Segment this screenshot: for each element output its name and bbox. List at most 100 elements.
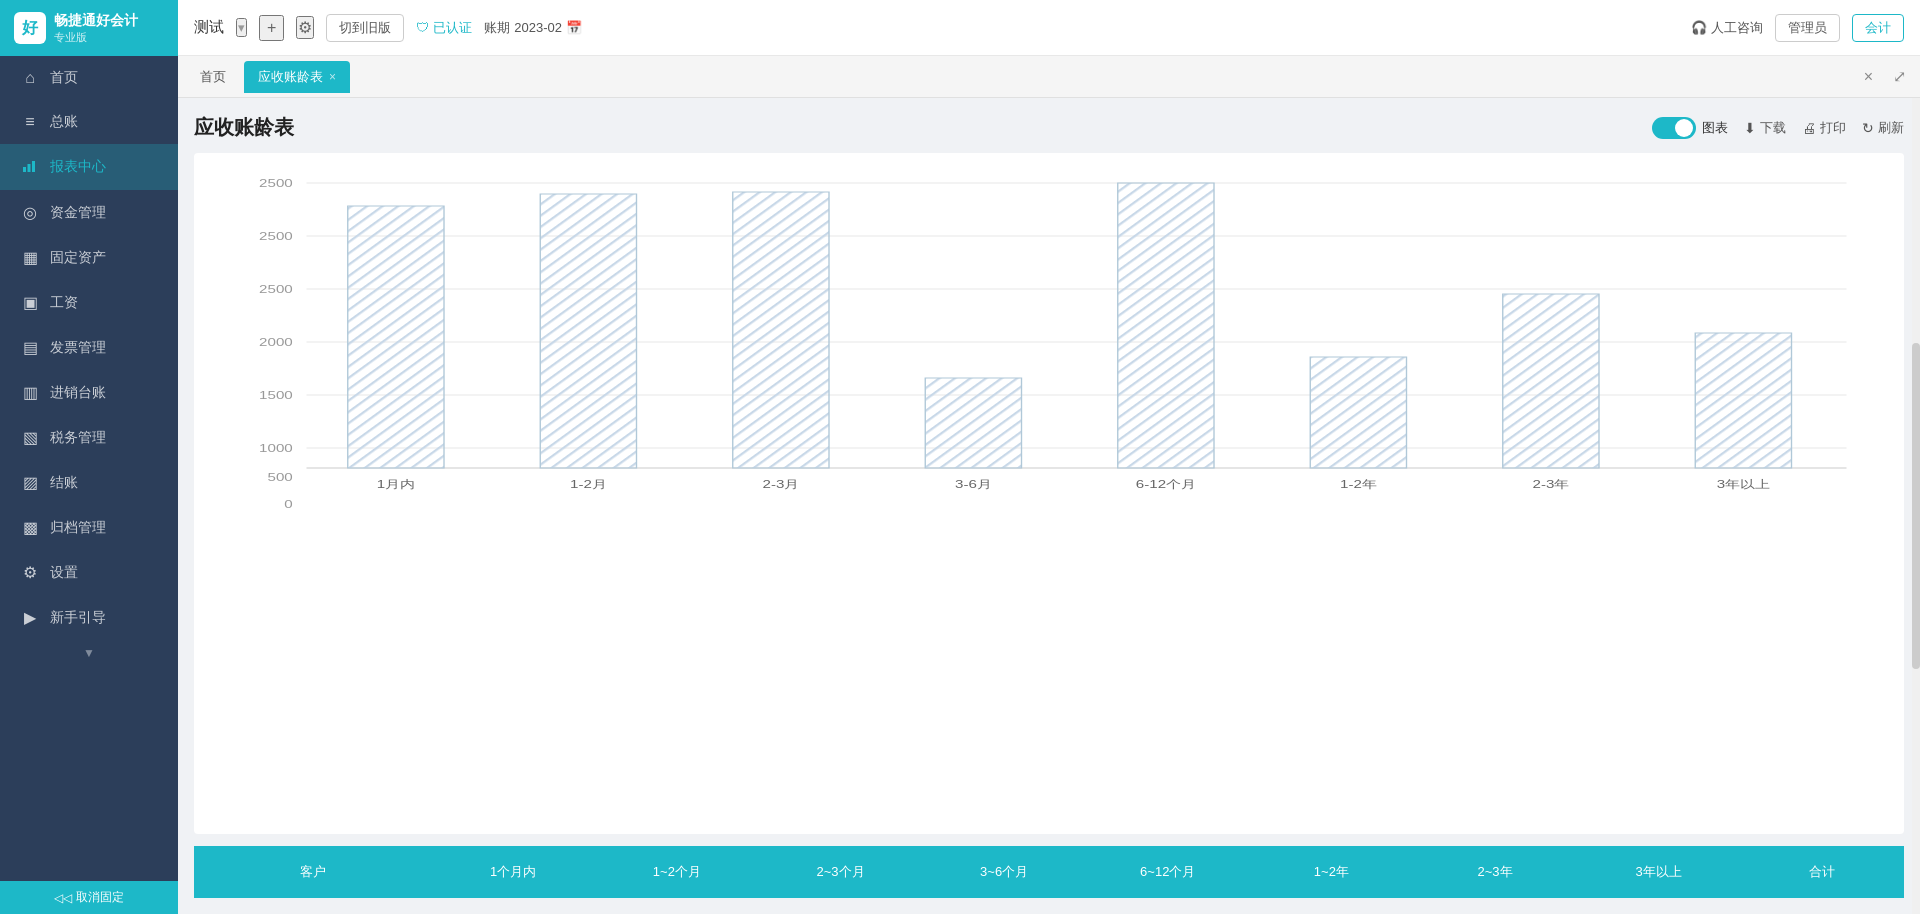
logo-icon: 好 bbox=[14, 12, 46, 44]
scrollbar-track[interactable] bbox=[1912, 98, 1920, 914]
svg-text:2000: 2000 bbox=[259, 336, 293, 348]
svg-text:1月内: 1月内 bbox=[377, 478, 415, 490]
pin-icon: ◁◁ bbox=[54, 891, 72, 905]
svg-text:0: 0 bbox=[284, 498, 292, 510]
sidebar-item-purchase-sale[interactable]: ▥ 进销台账 bbox=[0, 370, 178, 415]
sidebar-item-label: 设置 bbox=[50, 564, 78, 582]
svg-text:1-2年: 1-2年 bbox=[1340, 478, 1377, 490]
sidebar-item-label: 报表中心 bbox=[50, 158, 106, 176]
manager-btn[interactable]: 管理员 bbox=[1775, 14, 1840, 42]
col-3-6month: 3~6个月 bbox=[922, 863, 1086, 881]
content-wrapper: 应收账龄表 图表 ⬇ 下载 🖨 打印 bbox=[178, 98, 1920, 914]
sidebar-item-archive[interactable]: ▩ 归档管理 bbox=[0, 505, 178, 550]
main-area: 测试 ▾ + ⚙ 切到旧版 🛡 已认证 账期 2023-02 📅 🎧 人工咨询 … bbox=[178, 0, 1920, 914]
sidebar-logo: 好 畅捷通好会计 专业版 bbox=[0, 0, 178, 56]
bar-2-3-year bbox=[1503, 294, 1599, 468]
bar-1-month bbox=[348, 206, 444, 468]
page-actions: 图表 ⬇ 下载 🖨 打印 ↻ 刷新 bbox=[1652, 117, 1904, 139]
sidebar-item-ledger[interactable]: ≡ 总账 bbox=[0, 100, 178, 144]
chart-toggle[interactable]: 图表 bbox=[1652, 117, 1728, 139]
sidebar-item-salary[interactable]: ▣ 工资 bbox=[0, 280, 178, 325]
toggle-thumb bbox=[1675, 119, 1693, 137]
headset-icon: 🎧 bbox=[1691, 20, 1707, 35]
period-value: 2023-02 bbox=[514, 20, 562, 35]
purchase-sale-icon: ▥ bbox=[20, 383, 40, 402]
consult-label: 人工咨询 bbox=[1711, 19, 1763, 37]
reports-icon bbox=[20, 157, 40, 177]
svg-text:500: 500 bbox=[268, 471, 293, 483]
certified-badge: 🛡 已认证 bbox=[416, 19, 472, 37]
refresh-btn[interactable]: ↻ 刷新 bbox=[1862, 119, 1904, 137]
pin-button[interactable]: ◁◁ 取消固定 bbox=[0, 881, 178, 914]
app-edition: 专业版 bbox=[54, 30, 138, 45]
pin-label: 取消固定 bbox=[76, 889, 124, 906]
topbar-settings-btn[interactable]: ⚙ bbox=[296, 16, 314, 39]
download-icon: ⬇ bbox=[1744, 120, 1756, 136]
sidebar-item-settings[interactable]: ⚙ 设置 bbox=[0, 550, 178, 595]
tax-icon: ▧ bbox=[20, 428, 40, 447]
svg-text:3年以上: 3年以上 bbox=[1717, 478, 1770, 490]
svg-rect-2 bbox=[32, 161, 35, 172]
chart-container: 2500 2500 2500 2000 1500 1000 500 0 bbox=[194, 153, 1904, 834]
sidebar-item-home[interactable]: ⌂ 首页 bbox=[0, 56, 178, 100]
bar-chart: 2500 2500 2500 2000 1500 1000 500 0 bbox=[224, 173, 1874, 533]
page-header: 应收账龄表 图表 ⬇ 下载 🖨 打印 bbox=[194, 114, 1904, 141]
bar-3-6-month bbox=[925, 378, 1021, 468]
company-dropdown-btn[interactable]: ▾ bbox=[236, 18, 247, 37]
sidebar-item-funds[interactable]: ◎ 资金管理 bbox=[0, 190, 178, 235]
sidebar-item-label: 固定资产 bbox=[50, 249, 106, 267]
sidebar-item-newbie[interactable]: ▶ 新手引导 bbox=[0, 595, 178, 640]
newbie-icon: ▶ bbox=[20, 608, 40, 627]
col-2-3year: 2~3年 bbox=[1413, 863, 1577, 881]
ledger-icon: ≡ bbox=[20, 113, 40, 131]
funds-icon: ◎ bbox=[20, 203, 40, 222]
refresh-label: 刷新 bbox=[1878, 119, 1904, 137]
home-icon: ⌂ bbox=[20, 69, 40, 87]
content-area: 应收账龄表 图表 ⬇ 下载 🖨 打印 bbox=[178, 98, 1920, 914]
add-tab-btn[interactable]: + bbox=[259, 15, 284, 41]
sidebar-item-reports[interactable]: 报表中心 bbox=[0, 144, 178, 190]
data-table: 客户 1个月内 1~2个月 2~3个月 3~6个月 6~12 bbox=[194, 846, 1904, 898]
calendar-icon[interactable]: 📅 bbox=[566, 20, 582, 35]
scroll-down-btn[interactable]: ▼ bbox=[0, 640, 178, 666]
chart-toggle-label: 图表 bbox=[1702, 119, 1728, 137]
sidebar-item-closing[interactable]: ▨ 结账 bbox=[0, 460, 178, 505]
tab-home[interactable]: 首页 bbox=[186, 61, 240, 93]
svg-text:3-6月: 3-6月 bbox=[955, 478, 992, 490]
sidebar-item-label: 发票管理 bbox=[50, 339, 106, 357]
sidebar-item-label: 税务管理 bbox=[50, 429, 106, 447]
window-close-btn[interactable]: × bbox=[1858, 66, 1879, 88]
tab-home-label: 首页 bbox=[200, 68, 226, 86]
svg-rect-0 bbox=[23, 167, 26, 172]
consult-btn[interactable]: 🎧 人工咨询 bbox=[1691, 19, 1763, 37]
table-header: 客户 1个月内 1~2个月 2~3个月 3~6个月 6~12 bbox=[194, 846, 1904, 898]
svg-text:6-12个月: 6-12个月 bbox=[1136, 478, 1196, 490]
print-icon: 🖨 bbox=[1802, 120, 1816, 136]
window-expand-btn[interactable]: ⤢ bbox=[1887, 65, 1912, 88]
toggle-track[interactable] bbox=[1652, 117, 1696, 139]
accounting-btn[interactable]: 会计 bbox=[1852, 14, 1904, 42]
sidebar-item-label: 总账 bbox=[50, 113, 78, 131]
invoice-icon: ▤ bbox=[20, 338, 40, 357]
tabs-actions: × ⤢ bbox=[1858, 65, 1912, 88]
old-version-btn[interactable]: 切到旧版 bbox=[326, 14, 404, 42]
certified-label: 已认证 bbox=[433, 19, 472, 37]
sidebar-item-tax[interactable]: ▧ 税务管理 bbox=[0, 415, 178, 460]
sidebar-item-assets[interactable]: ▦ 固定资产 bbox=[0, 235, 178, 280]
archive-icon: ▩ bbox=[20, 518, 40, 537]
assets-icon: ▦ bbox=[20, 248, 40, 267]
sidebar-item-label: 工资 bbox=[50, 294, 78, 312]
svg-text:1500: 1500 bbox=[259, 389, 293, 401]
page-title: 应收账龄表 bbox=[194, 114, 294, 141]
svg-text:2500: 2500 bbox=[259, 177, 293, 189]
svg-text:2500: 2500 bbox=[259, 230, 293, 242]
period-display: 账期 2023-02 📅 bbox=[484, 19, 582, 37]
download-btn[interactable]: ⬇ 下载 bbox=[1744, 119, 1786, 137]
tab-aging-report[interactable]: 应收账龄表 × bbox=[244, 61, 350, 93]
col-1-2year: 1~2年 bbox=[1250, 863, 1414, 881]
col-3plus-year: 3年以上 bbox=[1577, 863, 1741, 881]
print-btn[interactable]: 🖨 打印 bbox=[1802, 119, 1846, 137]
sidebar-item-invoice[interactable]: ▤ 发票管理 bbox=[0, 325, 178, 370]
tab-close-btn[interactable]: × bbox=[329, 70, 336, 84]
scrollbar-thumb[interactable] bbox=[1912, 343, 1920, 669]
